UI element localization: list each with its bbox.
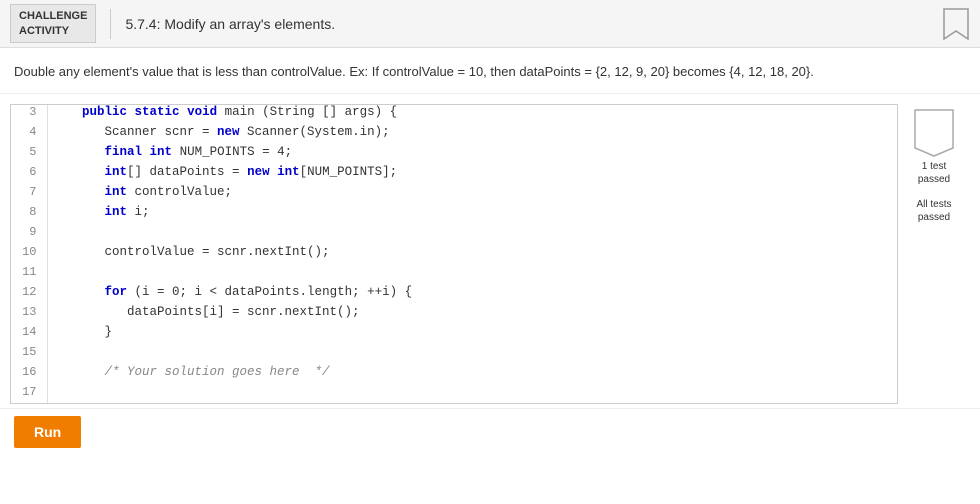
code-line-14: 14 }	[11, 325, 897, 345]
description-content: Double any element's value that is less …	[14, 64, 814, 79]
code-line-17: 17	[11, 385, 897, 403]
line-code: controlValue = scnr.nextInt();	[47, 245, 897, 265]
line-number: 16	[11, 365, 47, 385]
line-code: int controlValue;	[47, 185, 897, 205]
line-number: 8	[11, 205, 47, 225]
description-text: Double any element's value that is less …	[0, 48, 980, 94]
line-number: 15	[11, 345, 47, 365]
code-line-6: 6 int[] dataPoints = new int[NUM_POINTS]…	[11, 165, 897, 185]
line-number: 17	[11, 385, 47, 403]
line-number: 11	[11, 265, 47, 285]
line-code: for (i = 0; i < dataPoints.length; ++i) …	[47, 285, 897, 305]
line-code: dataPoints[i] = scnr.nextInt();	[47, 305, 897, 325]
test1-badge: 1 testpassed	[913, 108, 955, 186]
line-code: /* Your solution goes here */	[47, 365, 897, 385]
line-number: 10	[11, 245, 47, 265]
code-line-4: 4 Scanner scnr = new Scanner(System.in);	[11, 125, 897, 145]
line-number: 6	[11, 165, 47, 185]
code-line-16: 16 /* Your solution goes here */	[11, 365, 897, 385]
bookmark-icon[interactable]	[942, 7, 970, 41]
code-line-7: 7 int controlValue;	[11, 185, 897, 205]
line-code	[47, 385, 897, 403]
code-table: 3 public static void main (String [] arg…	[11, 105, 897, 403]
line-code	[47, 265, 897, 285]
page-title: 5.7.4: Modify an array's elements.	[125, 16, 942, 32]
code-line-5: 5 final int NUM_POINTS = 4;	[11, 145, 897, 165]
code-line-3: 3 public static void main (String [] arg…	[11, 105, 897, 125]
right-panel: 1 testpassed All testspassed	[898, 104, 970, 404]
code-line-12: 12 for (i = 0; i < dataPoints.length; ++…	[11, 285, 897, 305]
line-code: int[] dataPoints = new int[NUM_POINTS];	[47, 165, 897, 185]
line-number: 14	[11, 325, 47, 345]
code-line-11: 11	[11, 265, 897, 285]
line-number: 3	[11, 105, 47, 125]
line-code: final int NUM_POINTS = 4;	[47, 145, 897, 165]
all-tests-label: All testspassed	[916, 198, 951, 224]
line-number: 13	[11, 305, 47, 325]
code-line-15: 15	[11, 345, 897, 365]
line-number: 4	[11, 125, 47, 145]
code-editor[interactable]: 3 public static void main (String [] arg…	[10, 104, 898, 404]
line-number: 7	[11, 185, 47, 205]
line-number: 5	[11, 145, 47, 165]
bottom-bar: Run	[0, 408, 980, 456]
line-number: 9	[11, 225, 47, 245]
line-code: public static void main (String [] args)…	[47, 105, 897, 125]
challenge-badge: CHALLENGEACTIVITY	[10, 4, 96, 43]
code-line-13: 13 dataPoints[i] = scnr.nextInt();	[11, 305, 897, 325]
header: CHALLENGEACTIVITY 5.7.4: Modify an array…	[0, 0, 980, 48]
code-line-9: 9	[11, 225, 897, 245]
line-code: Scanner scnr = new Scanner(System.in);	[47, 125, 897, 145]
line-code: int i;	[47, 205, 897, 225]
test1-label: 1 testpassed	[918, 160, 950, 186]
header-divider	[110, 9, 111, 39]
run-button[interactable]: Run	[14, 416, 81, 448]
code-line-10: 10 controlValue = scnr.nextInt();	[11, 245, 897, 265]
line-code	[47, 345, 897, 365]
line-code: }	[47, 325, 897, 345]
line-code	[47, 225, 897, 245]
test2-badge: All testspassed	[916, 198, 951, 224]
code-line-8: 8 int i;	[11, 205, 897, 225]
line-number: 12	[11, 285, 47, 305]
